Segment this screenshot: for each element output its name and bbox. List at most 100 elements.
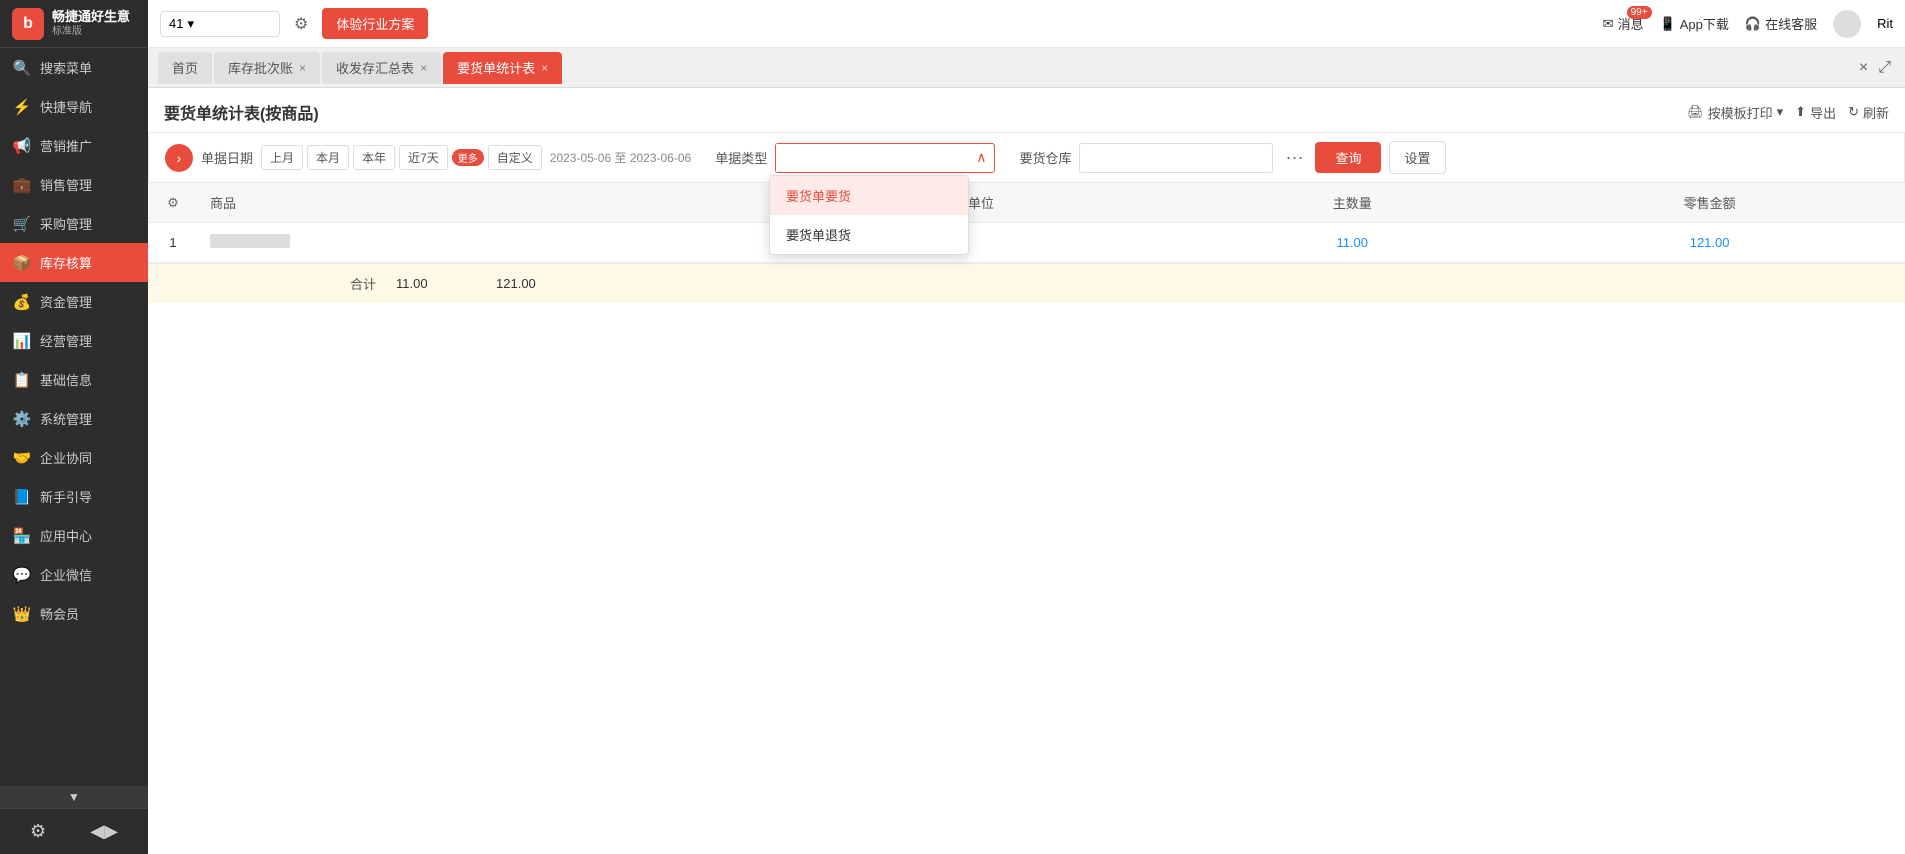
settings-icon[interactable]: ⚙: [26, 817, 50, 846]
last-month-btn[interactable]: 上月: [261, 145, 303, 170]
sidebar-item-label: 资金管理: [40, 292, 92, 311]
message-icon: ✉: [1603, 16, 1614, 32]
sidebar-item-label: 基础信息: [40, 370, 92, 389]
settings-btn[interactable]: 设置: [1389, 141, 1445, 174]
collapse-icon[interactable]: ◀▶: [86, 817, 122, 846]
sidebar-item-sales[interactable]: 💼销售管理: [0, 165, 148, 204]
sidebar-item-guide[interactable]: 📘新手引导: [0, 477, 148, 516]
sidebar-item-apps[interactable]: 🏪应用中心: [0, 516, 148, 555]
print-btn[interactable]: 🖨 按模板打印 ▾: [1687, 103, 1783, 122]
tab-label: 库存批次账: [228, 58, 293, 77]
sidebar-item-system[interactable]: ⚙️系统管理: [0, 399, 148, 438]
sidebar-item-quick[interactable]: ⚡快捷导航: [0, 87, 148, 126]
this-year-btn[interactable]: 本年: [353, 145, 395, 170]
sidebar: b 畅捷通好生意 标准版 🔍 搜索菜单 ⚡快捷导航 📢 营销推广 💼销售管理🛒采购管理 📦 库…: [0, 0, 148, 854]
filter-expand-btn[interactable]: ›: [165, 144, 193, 172]
sidebar-item-label: 企业协同: [40, 448, 92, 467]
dropdown-option-0[interactable]: 要货单要货: [770, 176, 968, 215]
sidebar-scroll-down[interactable]: ▼: [0, 786, 148, 808]
sidebar-item-purchase[interactable]: 🛒采购管理: [0, 204, 148, 243]
inventory-icon: 📦: [12, 254, 32, 272]
app-download-btn[interactable]: 📱 App下载: [1660, 14, 1729, 33]
tabs-bar: 首页库存批次账 ×收发存汇总表 ×要货单统计表 ××⤢: [148, 48, 1905, 88]
phone-icon: 📱: [1660, 16, 1676, 32]
tab-2[interactable]: 收发存汇总表 ×: [322, 52, 441, 84]
page-header: 要货单统计表(按商品) 🖨 按模板打印 ▾ ⬆ 导出 ↻ 刷新: [148, 88, 1905, 132]
sidebar-item-wechat[interactable]: 💬企业微信: [0, 555, 148, 594]
date-range-text: 2023-05-06 至 2023-06-06: [550, 149, 691, 166]
sidebar-item-basic[interactable]: 📋基础信息: [0, 360, 148, 399]
tab-close-icon[interactable]: ×: [541, 61, 548, 75]
search-icon: 🔍: [12, 59, 32, 77]
last-7days-btn[interactable]: 近7天: [399, 145, 448, 170]
tab-1[interactable]: 库存批次账 ×: [214, 52, 320, 84]
member-icon: 👑: [12, 605, 32, 623]
tab-3[interactable]: 要货单统计表 ×: [443, 52, 562, 84]
footer-total-label: 合计: [350, 274, 376, 293]
this-month-btn[interactable]: 本月: [307, 145, 349, 170]
messages-btn[interactable]: ✉ 消息 99+: [1603, 14, 1644, 33]
avatar[interactable]: [1833, 10, 1861, 38]
sidebar-item-label: 库存核算: [40, 253, 92, 272]
cell-amount: 121.00: [1514, 223, 1905, 263]
sidebar-footer: ⚙ ◀▶: [0, 808, 148, 854]
refresh-icon: ↻: [1848, 104, 1859, 120]
sidebar-item-label: 企业微信: [40, 565, 92, 584]
sidebar-item-label: 营销推广: [40, 136, 92, 155]
sidebar-item-collab[interactable]: 🤝 企业协同: [0, 438, 148, 477]
purchase-icon: 🛒: [12, 215, 32, 233]
footer-amount: 121.00: [496, 276, 576, 291]
topbar-right: ✉ 消息 99+ 📱 App下载 🎧 在线客服 Rit: [1603, 10, 1893, 38]
col-amount: 零售金额: [1514, 183, 1905, 223]
sidebar-item-finance[interactable]: 💰 资金管理: [0, 282, 148, 321]
col-settings[interactable]: ⚙: [148, 183, 198, 223]
sidebar-item-label: 搜索菜单: [40, 58, 92, 77]
date-quick-btns: 上月 本月 本年 近7天 更多 自定义: [261, 145, 542, 170]
table-container: ⚙ 商品 主计量单位 主数量 零售金额 1 块 11.00 121.00: [148, 183, 1905, 263]
more-date-badge[interactable]: 更多: [452, 149, 484, 166]
sidebar-item-search[interactable]: 🔍 搜索菜单: [0, 48, 148, 87]
marketing-icon: 📢: [12, 137, 32, 155]
tab-label: 首页: [172, 58, 198, 77]
sidebar-logo: b 畅捷通好生意 标准版: [0, 0, 148, 48]
trial-btn[interactable]: 体验行业方案: [322, 8, 428, 39]
guide-icon: 📘: [12, 488, 32, 506]
print-arrow-icon: ▾: [1777, 104, 1784, 120]
type-select-input[interactable]: [776, 144, 968, 172]
cell-qty: 11.00: [1190, 223, 1514, 263]
table-row: 1 块 11.00 121.00: [148, 223, 1905, 263]
operation-icon: 📊: [12, 332, 32, 350]
tab-label: 要货单统计表: [457, 58, 535, 77]
online-service-btn[interactable]: 🎧 在线客服: [1745, 14, 1817, 33]
expand-tabs-icon[interactable]: ⤢: [1874, 55, 1895, 81]
page-actions: 🖨 按模板打印 ▾ ⬆ 导出 ↻ 刷新: [1687, 103, 1889, 122]
sidebar-item-label: 快捷导航: [40, 97, 92, 116]
custom-date-btn[interactable]: 自定义: [488, 145, 542, 170]
refresh-btn[interactable]: ↻ 刷新: [1848, 103, 1889, 122]
sidebar-item-inventory[interactable]: 📦 库存核算: [0, 243, 148, 282]
finance-icon: 💰: [12, 293, 32, 311]
query-btn[interactable]: 查询: [1315, 142, 1381, 173]
headset-icon: 🎧: [1745, 16, 1761, 32]
more-filters-icon[interactable]: ···: [1281, 147, 1307, 168]
collab-icon: 🤝: [12, 449, 32, 467]
system-icon: ⚙️: [12, 410, 32, 428]
col-product: 商品: [198, 183, 733, 223]
close-all-tabs-icon[interactable]: ×: [1855, 55, 1872, 81]
dropdown-arrow-icon: ▾: [187, 16, 194, 32]
tab-close-icon[interactable]: ×: [420, 61, 427, 75]
table-footer: 合计 11.00 121.00: [148, 263, 1905, 303]
tab-close-icon[interactable]: ×: [299, 61, 306, 75]
select-arrow-icon[interactable]: ∧: [968, 149, 994, 166]
sidebar-item-member[interactable]: 👑畅会员: [0, 594, 148, 633]
export-btn[interactable]: ⬆ 导出: [1795, 103, 1836, 122]
settings-icon[interactable]: ⚙: [290, 10, 312, 38]
sidebar-item-operation[interactable]: 📊经营管理: [0, 321, 148, 360]
tab-0[interactable]: 首页: [158, 52, 212, 84]
dropdown-option-1[interactable]: 要货单退货: [770, 215, 968, 254]
table-body: 1 块 11.00 121.00: [148, 223, 1905, 263]
company-selector[interactable]: 41 ▾: [160, 11, 280, 37]
sidebar-item-marketing[interactable]: 📢 营销推广: [0, 126, 148, 165]
page-title: 要货单统计表(按商品): [164, 100, 319, 124]
warehouse-input[interactable]: [1079, 143, 1273, 173]
